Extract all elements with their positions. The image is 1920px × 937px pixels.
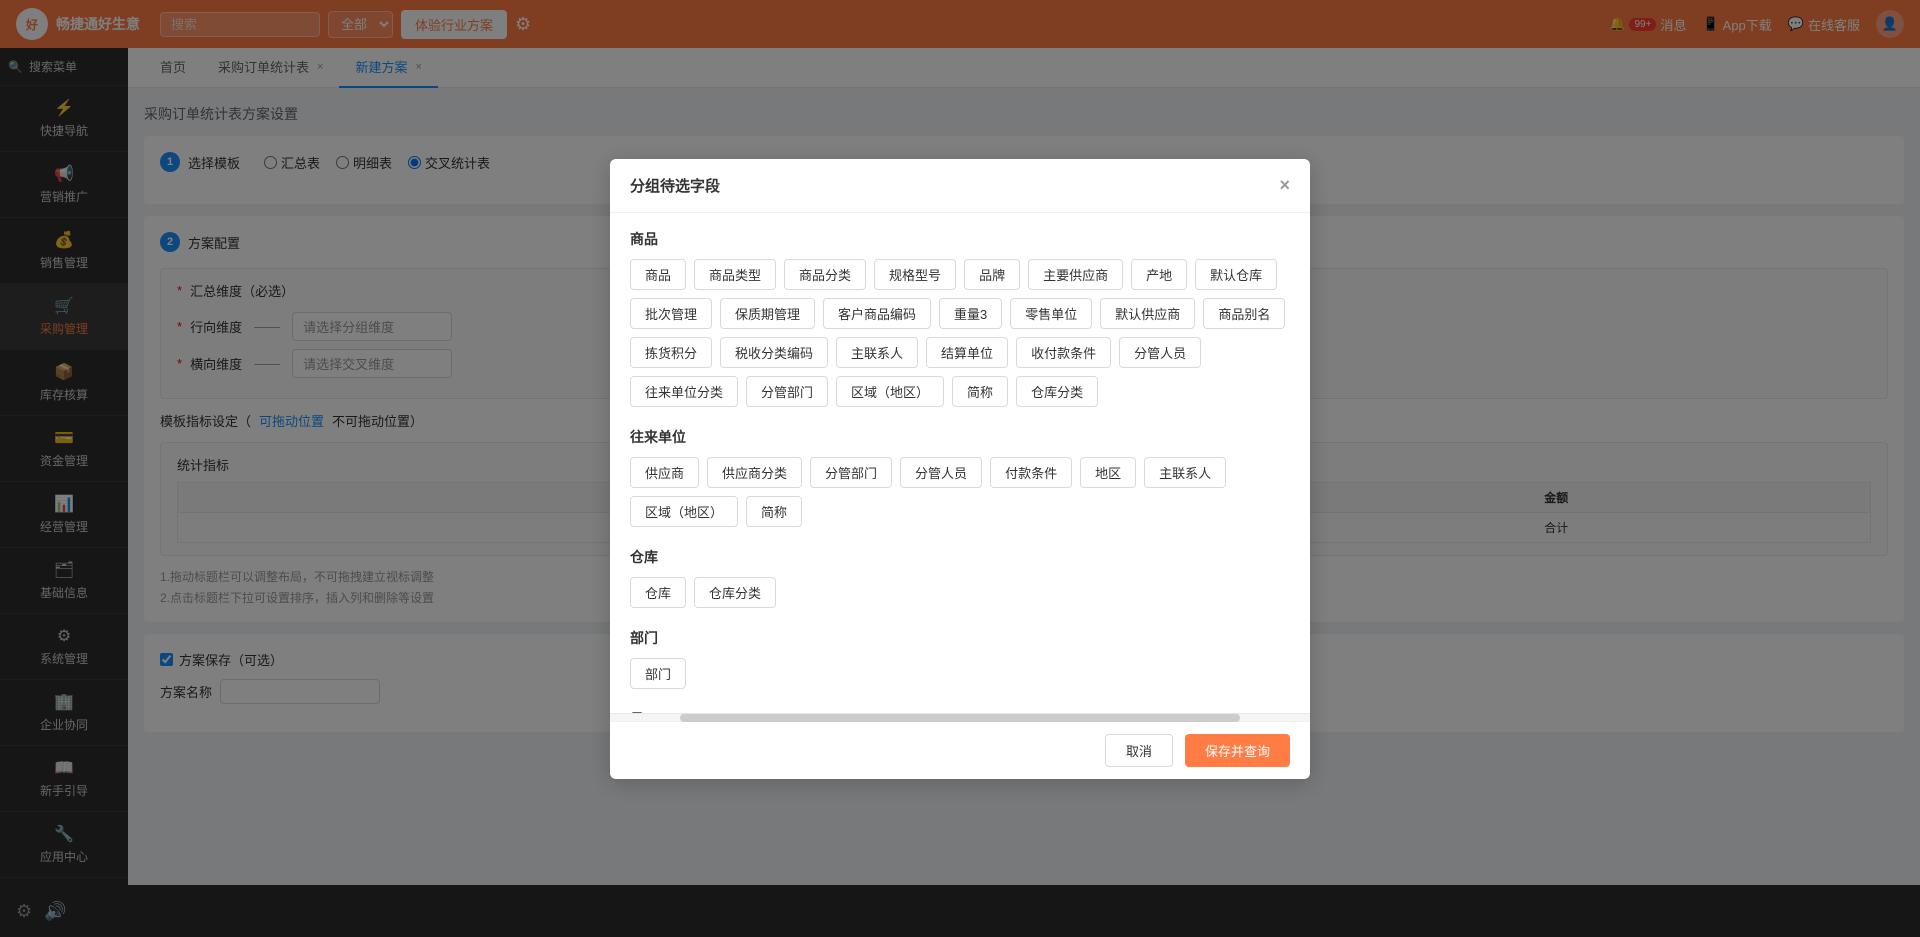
field-tag[interactable]: 简称	[952, 376, 1008, 407]
modal-footer: 取消 保存并查询	[610, 721, 1310, 779]
field-tag[interactable]: 商品	[630, 259, 686, 290]
field-tag[interactable]: 简称	[746, 496, 802, 527]
field-tag[interactable]: 结算单位	[926, 337, 1008, 368]
field-tag[interactable]: 分管人员	[900, 457, 982, 488]
field-tag[interactable]: 分管部门	[810, 457, 892, 488]
field-tag[interactable]: 主联系人	[1144, 457, 1226, 488]
dept-field-tags: 部门	[630, 658, 1290, 689]
section-product-title: 商品	[630, 229, 1290, 249]
field-tag[interactable]: 拣货积分	[630, 337, 712, 368]
section-dept-title: 部门	[630, 628, 1290, 648]
field-tag[interactable]: 主联系人	[836, 337, 918, 368]
section-partner-title: 往来单位	[630, 427, 1290, 447]
section-dept: 部门 部门	[630, 628, 1290, 689]
field-tag[interactable]: 供应商分类	[707, 457, 802, 488]
field-tag[interactable]: 税收分类编码	[720, 337, 828, 368]
modal: 分组待选字段 × 商品 商品 商品类型 商品分类 规格型号 品牌 主要供应商 产…	[610, 159, 1310, 779]
field-tag[interactable]: 分管人员	[1119, 337, 1201, 368]
field-tag[interactable]: 收付款条件	[1016, 337, 1111, 368]
modal-body: 商品 商品 商品类型 商品分类 规格型号 品牌 主要供应商 产地 默认仓库 批次…	[610, 213, 1310, 713]
partner-field-tags: 供应商 供应商分类 分管部门 分管人员 付款条件 地区 主联系人 区域（地区） …	[630, 457, 1290, 527]
field-tag[interactable]: 商品类型	[694, 259, 776, 290]
field-tag[interactable]: 往来单位分类	[630, 376, 738, 407]
modal-hscroll-thumb	[680, 714, 1240, 722]
field-tag[interactable]: 客户商品编码	[823, 298, 931, 329]
field-tag[interactable]: 零售单位	[1010, 298, 1092, 329]
warehouse-field-tags: 仓库 仓库分类	[630, 577, 1290, 608]
field-tag[interactable]: 仓库分类	[1016, 376, 1098, 407]
field-tag[interactable]: 商品分类	[784, 259, 866, 290]
field-tag[interactable]: 商品别名	[1203, 298, 1285, 329]
field-tag[interactable]: 规格型号	[874, 259, 956, 290]
field-tag[interactable]: 产地	[1131, 259, 1187, 290]
modal-close-btn[interactable]: ×	[1279, 176, 1290, 194]
field-tag[interactable]: 批次管理	[630, 298, 712, 329]
section-partner: 往来单位 供应商 供应商分类 分管部门 分管人员 付款条件 地区 主联系人 区域…	[630, 427, 1290, 527]
section-warehouse: 仓库 仓库 仓库分类	[630, 547, 1290, 608]
field-tag[interactable]: 默认仓库	[1195, 259, 1277, 290]
field-tag[interactable]: 重量3	[939, 298, 1002, 329]
confirm-button[interactable]: 保存并查询	[1185, 734, 1290, 767]
field-tag[interactable]: 分管部门	[746, 376, 828, 407]
field-tag[interactable]: 主要供应商	[1028, 259, 1123, 290]
modal-header: 分组待选字段 ×	[610, 159, 1310, 213]
field-tag[interactable]: 保质期管理	[720, 298, 815, 329]
cancel-button[interactable]: 取消	[1105, 734, 1173, 767]
field-tag[interactable]: 部门	[630, 658, 686, 689]
field-tag[interactable]: 仓库分类	[694, 577, 776, 608]
product-field-tags: 商品 商品类型 商品分类 规格型号 品牌 主要供应商 产地 默认仓库 批次管理 …	[630, 259, 1290, 407]
modal-hscroll[interactable]	[610, 713, 1310, 721]
field-tag[interactable]: 供应商	[630, 457, 699, 488]
section-product: 商品 商品 商品类型 商品分类 规格型号 品牌 主要供应商 产地 默认仓库 批次…	[630, 229, 1290, 407]
field-tag[interactable]: 仓库	[630, 577, 686, 608]
modal-title: 分组待选字段	[630, 175, 720, 196]
field-tag[interactable]: 默认供应商	[1100, 298, 1195, 329]
field-tag[interactable]: 付款条件	[990, 457, 1072, 488]
section-warehouse-title: 仓库	[630, 547, 1290, 567]
modal-overlay: 分组待选字段 × 商品 商品 商品类型 商品分类 规格型号 品牌 主要供应商 产…	[0, 0, 1920, 937]
field-tag[interactable]: 地区	[1080, 457, 1136, 488]
field-tag[interactable]: 品牌	[964, 259, 1020, 290]
field-tag[interactable]: 区域（地区）	[630, 496, 738, 527]
field-tag[interactable]: 区域（地区）	[836, 376, 944, 407]
